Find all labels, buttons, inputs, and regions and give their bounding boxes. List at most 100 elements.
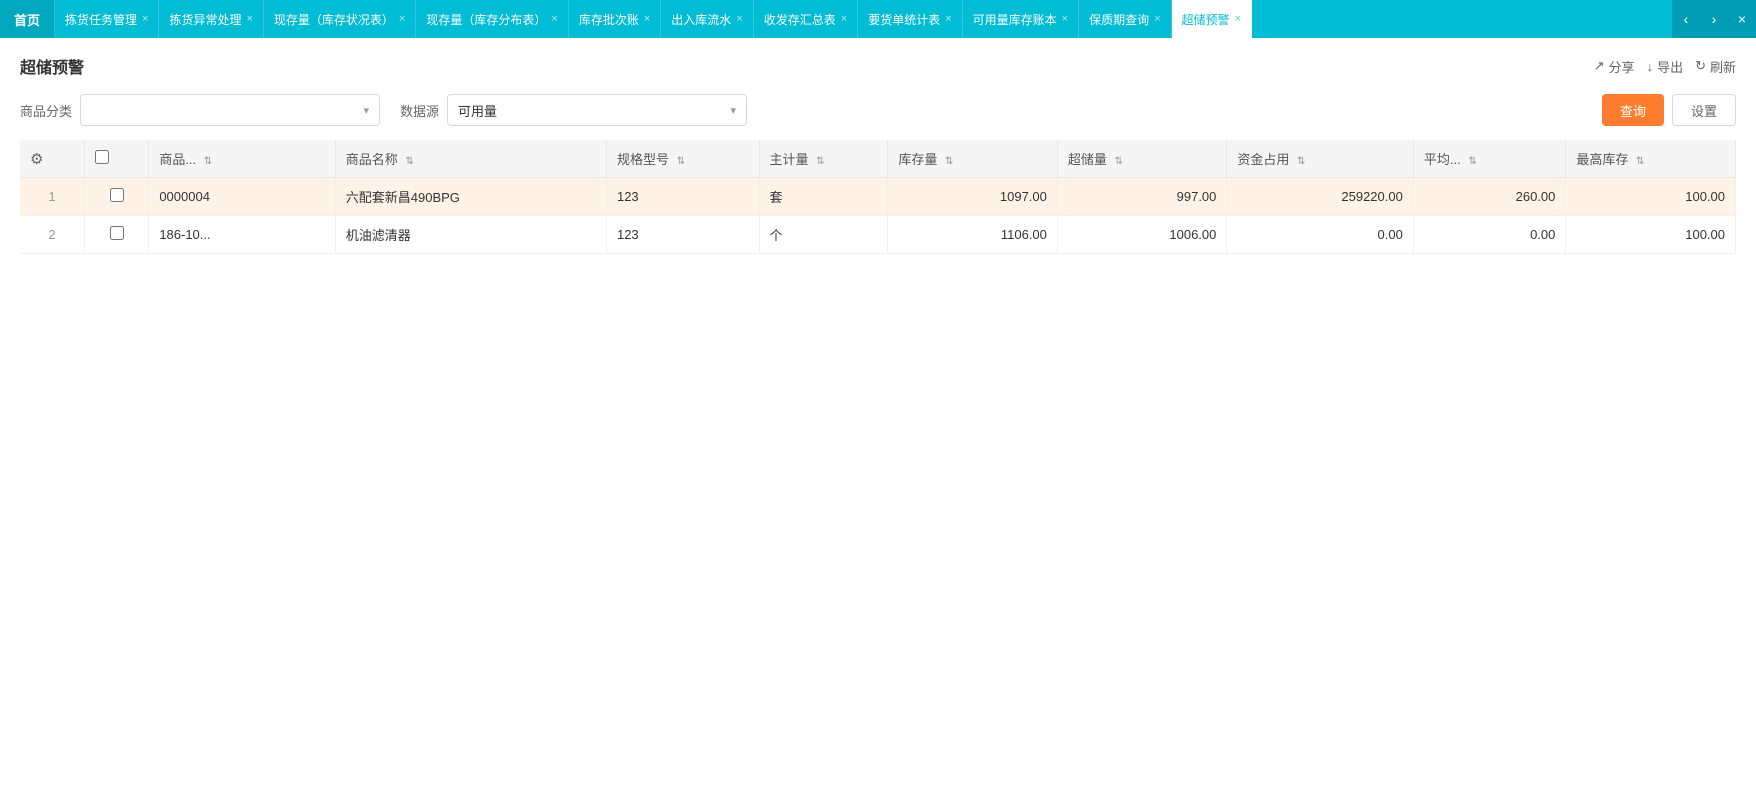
data-source-arrow-icon: ▾ xyxy=(731,104,737,117)
sort-spec-icon: ⇅ xyxy=(677,156,685,167)
th-gear[interactable]: ⚙ xyxy=(20,140,84,178)
table-row: 1 0000004 六配套新昌490BPG 123 套 1097.00 997.… xyxy=(20,178,1736,216)
tab-close-icon-8[interactable]: × xyxy=(1062,13,1068,25)
tab-close-icon-2[interactable]: × xyxy=(399,13,405,25)
tab-close-icon-10[interactable]: × xyxy=(1235,13,1241,25)
nav-tab-9[interactable]: 保质期查询× xyxy=(1079,0,1171,38)
product-category-filter: 商品分类 ▾ xyxy=(20,94,380,126)
row-spec-0: 123 xyxy=(606,178,759,216)
nav-tab-7[interactable]: 要货单统计表× xyxy=(858,0,962,38)
product-category-label: 商品分类 xyxy=(20,101,72,120)
row-code-1: 186-10... xyxy=(149,216,335,254)
row-avg-0: 260.00 xyxy=(1413,178,1566,216)
nav-tab-6[interactable]: 收发存汇总表× xyxy=(754,0,858,38)
row-stock-1: 1106.00 xyxy=(888,216,1058,254)
nav-arrows: ‹ › × xyxy=(1672,0,1756,38)
nav-tab-3[interactable]: 现存量（库存分布表）× xyxy=(416,0,568,38)
nav-tab-0[interactable]: 拣货任务管理× xyxy=(55,0,159,38)
row-over-1: 1006.00 xyxy=(1057,216,1227,254)
row-max-stock-1: 100.00 xyxy=(1566,216,1736,254)
nav-home[interactable]: 首页 xyxy=(0,0,55,38)
data-source-label: 数据源 xyxy=(400,101,439,120)
th-spec[interactable]: 规格型号 ⇅ xyxy=(606,140,759,178)
tab-close-icon-3[interactable]: × xyxy=(551,13,557,25)
th-capital[interactable]: 资金占用 ⇅ xyxy=(1227,140,1413,178)
gear-icon: ⚙ xyxy=(30,151,43,168)
share-link[interactable]: ↗ 分享 xyxy=(1594,57,1635,76)
row-num-1: 2 xyxy=(20,216,84,254)
row-checkbox-0[interactable] xyxy=(84,178,148,216)
share-label: 分享 xyxy=(1609,57,1635,76)
top-navigation: 首页 拣货任务管理×拣货异常处理×现存量（库存状况表）×现存量（库存分布表）×库… xyxy=(0,0,1756,38)
page-header: 超储预警 ↗ 分享 ↓ 导出 ↻ 刷新 xyxy=(20,54,1736,78)
nav-tab-2[interactable]: 现存量（库存状况表）× xyxy=(264,0,416,38)
page-content: 超储预警 ↗ 分享 ↓ 导出 ↻ 刷新 商品分类 ▾ 数据源 xyxy=(0,38,1756,800)
tab-close-icon-0[interactable]: × xyxy=(142,13,148,25)
share-icon: ↗ xyxy=(1594,58,1605,74)
row-stock-0: 1097.00 xyxy=(888,178,1058,216)
filter-area: 商品分类 ▾ 数据源 可用量 ▾ 查询 设置 xyxy=(20,94,1736,126)
select-all-checkbox[interactable] xyxy=(95,150,109,164)
nav-tab-8[interactable]: 可用量库存账本× xyxy=(963,0,1079,38)
row-select-checkbox-0[interactable] xyxy=(110,188,124,202)
filter-action-buttons: 查询 设置 xyxy=(1602,94,1736,126)
tab-close-icon-4[interactable]: × xyxy=(644,13,650,25)
tab-close-icon-5[interactable]: × xyxy=(736,13,742,25)
settings-button[interactable]: 设置 xyxy=(1672,94,1736,126)
row-unit-0: 套 xyxy=(759,178,888,216)
table-body: 1 0000004 六配套新昌490BPG 123 套 1097.00 997.… xyxy=(20,178,1736,254)
product-category-arrow-icon: ▾ xyxy=(363,104,369,117)
nav-tab-5[interactable]: 出入库流水× xyxy=(661,0,753,38)
nav-tab-4[interactable]: 库存批次账× xyxy=(569,0,661,38)
export-icon: ↓ xyxy=(1647,59,1654,74)
row-name-1: 机油滤清器 xyxy=(335,216,606,254)
header-actions: ↗ 分享 ↓ 导出 ↻ 刷新 xyxy=(1594,57,1736,76)
th-stock[interactable]: 库存量 ⇅ xyxy=(888,140,1058,178)
export-link[interactable]: ↓ 导出 xyxy=(1647,57,1684,76)
row-capital-0: 259220.00 xyxy=(1227,178,1413,216)
row-name-0: 六配套新昌490BPG xyxy=(335,178,606,216)
row-capital-1: 0.00 xyxy=(1227,216,1413,254)
row-over-0: 997.00 xyxy=(1057,178,1227,216)
data-source-select[interactable]: 可用量 ▾ xyxy=(447,94,747,126)
th-avg[interactable]: 平均... ⇅ xyxy=(1413,140,1566,178)
refresh-icon: ↻ xyxy=(1695,58,1706,74)
row-select-checkbox-1[interactable] xyxy=(110,226,124,240)
sort-max-icon: ⇅ xyxy=(1636,156,1644,167)
sort-unit-icon: ⇅ xyxy=(816,156,824,167)
tab-close-icon-7[interactable]: × xyxy=(945,13,951,25)
data-source-filter: 数据源 可用量 ▾ xyxy=(400,94,747,126)
th-unit[interactable]: 主计量 ⇅ xyxy=(759,140,888,178)
refresh-label: 刷新 xyxy=(1710,57,1736,76)
row-unit-1: 个 xyxy=(759,216,888,254)
nav-tab-10[interactable]: 超储预警× xyxy=(1172,0,1252,38)
data-table: ⚙ 商品... ⇅ 商品名称 ⇅ 规格型号 ⇅ 主计量 xyxy=(20,140,1736,254)
nav-tab-1[interactable]: 拣货异常处理× xyxy=(159,0,263,38)
th-checkbox[interactable] xyxy=(84,140,148,178)
nav-prev-button[interactable]: ‹ xyxy=(1672,0,1700,38)
row-max-stock-0: 100.00 xyxy=(1566,178,1736,216)
data-source-value: 可用量 xyxy=(458,101,497,120)
tab-close-icon-1[interactable]: × xyxy=(246,13,252,25)
th-name[interactable]: 商品名称 ⇅ xyxy=(335,140,606,178)
tab-close-icon-6[interactable]: × xyxy=(841,13,847,25)
tab-close-icon-9[interactable]: × xyxy=(1154,13,1160,25)
query-button[interactable]: 查询 xyxy=(1602,94,1664,126)
sort-stock-icon: ⇅ xyxy=(945,156,953,167)
sort-over-icon: ⇅ xyxy=(1115,156,1123,167)
nav-close-button[interactable]: × xyxy=(1728,0,1756,38)
row-num-0: 1 xyxy=(20,178,84,216)
row-code-0: 0000004 xyxy=(149,178,335,216)
th-max-stock[interactable]: 最高库存 ⇅ xyxy=(1566,140,1736,178)
sort-code-icon: ⇅ xyxy=(204,156,212,167)
sort-name-icon: ⇅ xyxy=(405,156,413,167)
sort-avg-icon: ⇅ xyxy=(1468,156,1476,167)
page-title: 超储预警 xyxy=(20,54,84,78)
table-row: 2 186-10... 机油滤清器 123 个 1106.00 1006.00 … xyxy=(20,216,1736,254)
nav-next-button[interactable]: › xyxy=(1700,0,1728,38)
th-over[interactable]: 超储量 ⇅ xyxy=(1057,140,1227,178)
product-category-select[interactable]: ▾ xyxy=(80,94,380,126)
refresh-link[interactable]: ↻ 刷新 xyxy=(1695,57,1736,76)
row-checkbox-1[interactable] xyxy=(84,216,148,254)
th-code[interactable]: 商品... ⇅ xyxy=(149,140,335,178)
